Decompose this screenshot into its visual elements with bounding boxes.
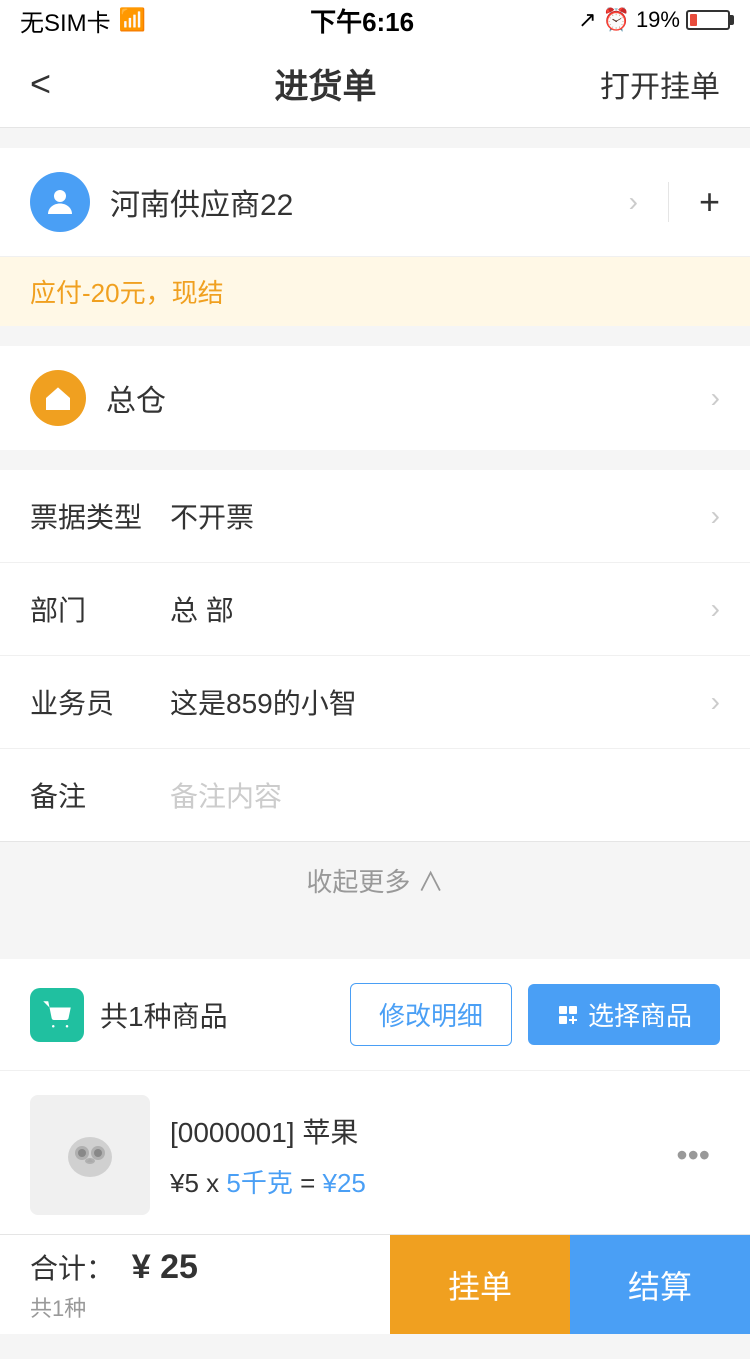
open-pending-button[interactable]: 打开挂单 bbox=[600, 62, 720, 106]
warehouse-icon bbox=[30, 370, 86, 426]
dept-value: 总 部 bbox=[170, 589, 711, 629]
product-count: 共1种商品 bbox=[100, 995, 350, 1035]
supplier-divider bbox=[668, 182, 669, 222]
battery-icon bbox=[686, 10, 730, 30]
remark-label: 备注 bbox=[30, 775, 150, 815]
product-name: [0000001] 苹果 bbox=[170, 1111, 666, 1151]
supplier-section: 河南供应商22 › + 应付-20元，现结 bbox=[0, 148, 750, 326]
product-icon bbox=[30, 988, 84, 1042]
checkout-button[interactable]: 结算 bbox=[570, 1235, 750, 1334]
modify-detail-button[interactable]: 修改明细 bbox=[350, 983, 512, 1046]
form-section: 票据类型 不开票 › 部门 总 部 › 业务员 这是859的小智 › 备注 备注… bbox=[0, 470, 750, 841]
alarm-icon: ⏰ bbox=[603, 7, 630, 33]
salesman-row[interactable]: 业务员 这是859的小智 › bbox=[0, 656, 750, 749]
carrier-label: 无SIM卡 bbox=[20, 3, 111, 38]
total-amount: ¥ 25 bbox=[132, 1248, 198, 1286]
salesman-label: 业务员 bbox=[30, 682, 150, 722]
cart-icon bbox=[42, 1000, 72, 1030]
total-sub: 共1种 bbox=[30, 1291, 360, 1323]
total-label: 合计： bbox=[30, 1253, 114, 1284]
battery-label: 19% bbox=[636, 7, 680, 33]
nav-bar: < 进货单 打开挂单 bbox=[0, 40, 750, 128]
user-icon bbox=[42, 184, 78, 220]
supplier-avatar bbox=[30, 172, 90, 232]
supplier-row[interactable]: 河南供应商22 › + bbox=[0, 148, 750, 257]
select-product-button[interactable]: 选择商品 bbox=[528, 984, 720, 1045]
product-info: [0000001] 苹果 ¥5 x 5千克 = ¥25 bbox=[170, 1111, 666, 1200]
status-right: ↗ ⏰ 19% bbox=[578, 7, 730, 33]
select-product-label: 选择商品 bbox=[588, 996, 692, 1033]
product-total: ¥25 bbox=[323, 1168, 366, 1198]
supplier-name: 河南供应商22 bbox=[110, 180, 629, 224]
gap-2 bbox=[0, 919, 750, 939]
select-icon bbox=[556, 1003, 580, 1027]
battery-fill bbox=[690, 14, 697, 26]
supplier-chevron-icon: › bbox=[629, 186, 638, 218]
product-qty: 5千克 bbox=[226, 1168, 292, 1198]
warehouse-name: 总仓 bbox=[106, 376, 711, 420]
pending-button[interactable]: 挂单 bbox=[390, 1235, 570, 1334]
warehouse-section: 总仓 › bbox=[0, 346, 750, 450]
gap-1 bbox=[0, 128, 750, 148]
dept-row[interactable]: 部门 总 部 › bbox=[0, 563, 750, 656]
owl-icon bbox=[60, 1125, 120, 1185]
invoice-row[interactable]: 票据类型 不开票 › bbox=[0, 470, 750, 563]
invoice-chevron-icon: › bbox=[711, 500, 720, 532]
salesman-chevron-icon: › bbox=[711, 686, 720, 718]
product-header: 共1种商品 修改明细 选择商品 bbox=[0, 959, 750, 1071]
remark-row[interactable]: 备注 备注内容 bbox=[0, 749, 750, 841]
remark-placeholder: 备注内容 bbox=[170, 775, 720, 815]
product-price: ¥5 x 5千克 = ¥25 bbox=[170, 1163, 666, 1200]
location-icon: ↗ bbox=[578, 7, 596, 33]
footer: 合计： ¥ 25 共1种 挂单 结算 bbox=[0, 1234, 750, 1334]
product-item: [0000001] 苹果 ¥5 x 5千克 = ¥25 ••• bbox=[0, 1071, 750, 1239]
page-title: 进货单 bbox=[275, 59, 377, 108]
home-icon bbox=[42, 382, 74, 414]
footer-total: 合计： ¥ 25 共1种 bbox=[0, 1247, 390, 1323]
status-bar: 无SIM卡 📶 下午6:16 ↗ ⏰ 19% bbox=[0, 0, 750, 40]
warehouse-chevron-icon: › bbox=[711, 382, 720, 414]
dept-label: 部门 bbox=[30, 589, 150, 629]
invoice-label: 票据类型 bbox=[30, 496, 150, 536]
collapse-bar[interactable]: 收起更多 ∧ bbox=[0, 841, 750, 919]
salesman-value: 这是859的小智 bbox=[170, 682, 711, 722]
invoice-value: 不开票 bbox=[170, 496, 711, 536]
notice-bar: 应付-20元，现结 bbox=[0, 257, 750, 326]
total-main: 合计： ¥ 25 bbox=[30, 1247, 360, 1287]
dept-chevron-icon: › bbox=[711, 593, 720, 625]
warehouse-row[interactable]: 总仓 › bbox=[0, 346, 750, 450]
back-button[interactable]: < bbox=[30, 63, 51, 105]
product-thumbnail bbox=[30, 1095, 150, 1215]
status-time: 下午6:16 bbox=[310, 2, 414, 39]
wifi-icon: 📶 bbox=[119, 7, 146, 33]
status-left: 无SIM卡 📶 bbox=[20, 3, 146, 38]
product-more-button[interactable]: ••• bbox=[666, 1127, 720, 1184]
add-button[interactable]: + bbox=[699, 181, 720, 223]
